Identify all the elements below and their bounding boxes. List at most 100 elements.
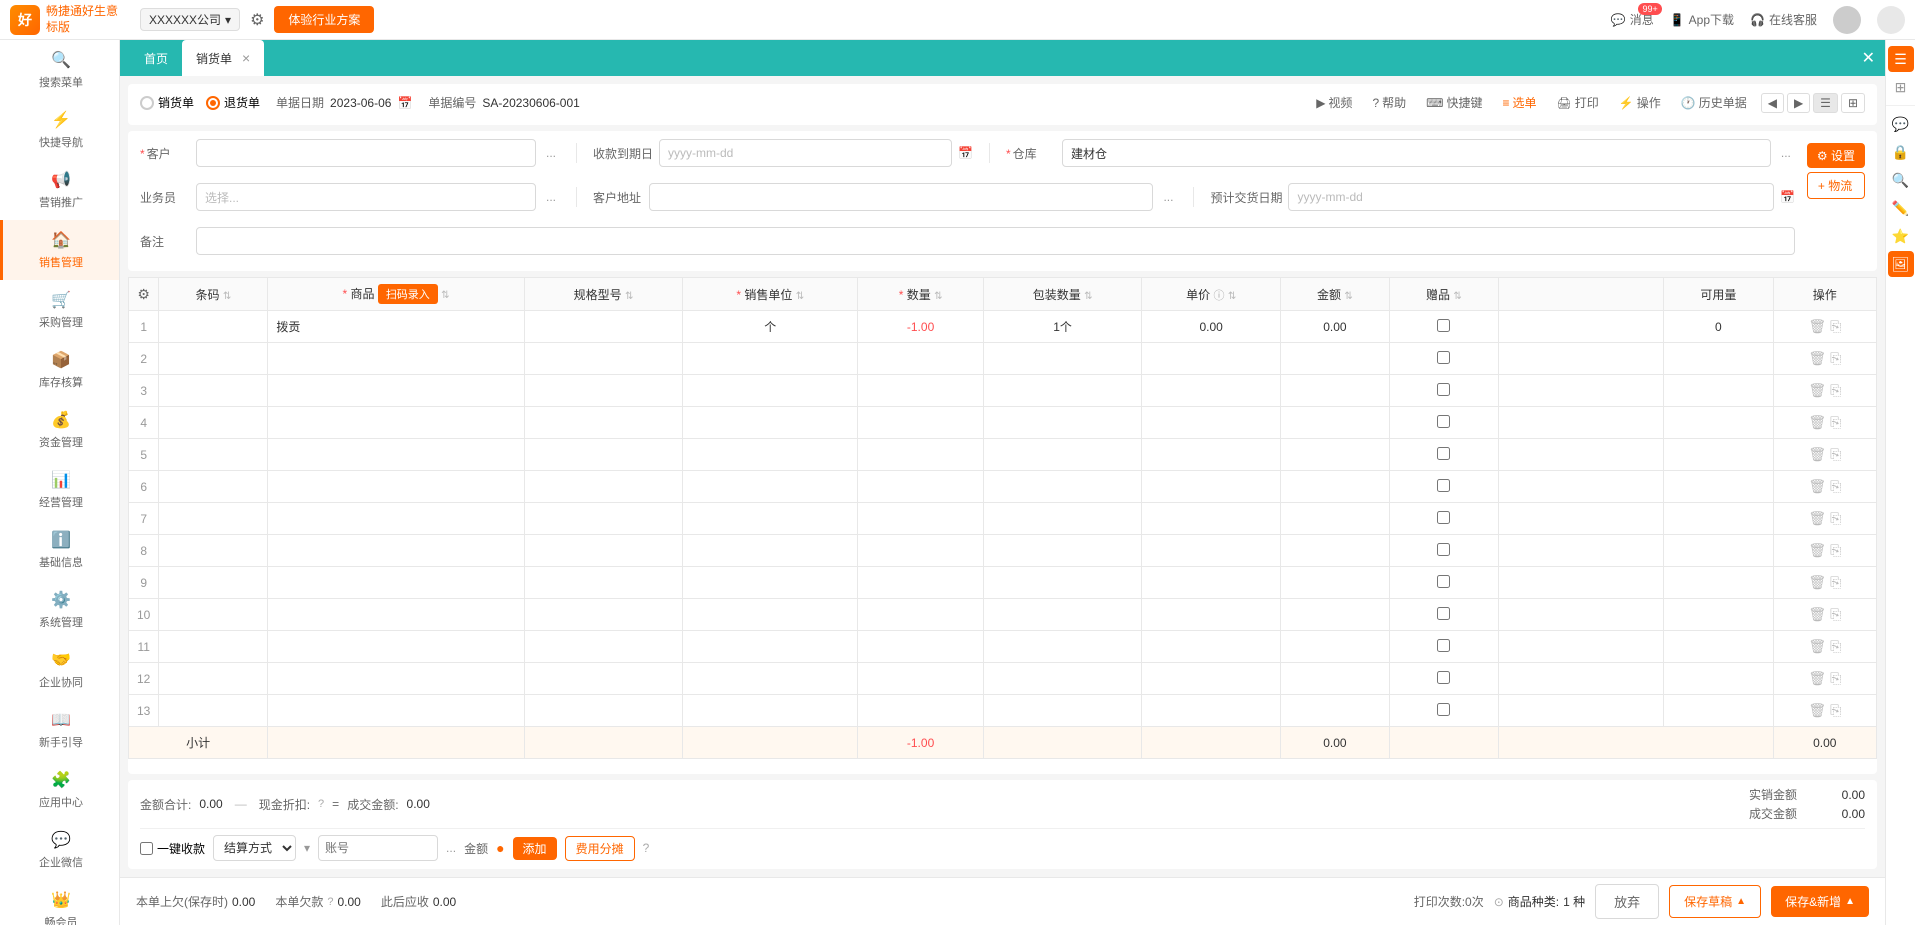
unit-price-info-icon[interactable]: ⓘ <box>1213 290 1224 302</box>
cell-pkg-qty[interactable] <box>983 695 1142 727</box>
rs-icon-list[interactable]: ☰ <box>1888 46 1914 72</box>
sort-gift-icon[interactable]: ⇅ <box>1453 291 1461 302</box>
gift-checkbox[interactable] <box>1437 479 1450 492</box>
cell-amount[interactable] <box>1280 535 1389 567</box>
cell-qty[interactable] <box>858 375 984 407</box>
cell-spec[interactable] <box>524 695 683 727</box>
avatar[interactable] <box>1833 6 1861 34</box>
calendar-icon[interactable]: 📅 <box>397 96 412 110</box>
rs-icon-image[interactable]: 🖼 <box>1888 251 1914 277</box>
sidebar-item-purchase[interactable]: 🛒 采购管理 <box>0 280 119 340</box>
cell-barcode[interactable] <box>159 375 268 407</box>
column-settings-btn[interactable]: ⚙ <box>137 286 150 303</box>
cell-qty[interactable]: -1.00 <box>858 311 984 343</box>
cell-product[interactable] <box>268 695 524 727</box>
cell-qty[interactable] <box>858 599 984 631</box>
cell-product[interactable] <box>268 471 524 503</box>
cell-gift[interactable] <box>1389 471 1498 503</box>
radio-sales-order[interactable]: 销货单 <box>140 94 194 111</box>
cell-pkg-qty[interactable] <box>983 471 1142 503</box>
print-btn[interactable]: 🖨 打印 <box>1551 92 1605 113</box>
delete-icon[interactable]: 🗑 <box>1808 478 1826 495</box>
sidebar-item-finance[interactable]: 💰 资金管理 <box>0 400 119 460</box>
cell-unit-price[interactable] <box>1142 695 1281 727</box>
delete-icon[interactable]: 🗑 <box>1808 510 1826 527</box>
messages-icon-btn[interactable]: 💬 消息 99+ <box>1611 11 1654 28</box>
cell-barcode[interactable] <box>159 567 268 599</box>
cell-unit[interactable] <box>683 663 858 695</box>
address-more-icon[interactable]: ... <box>1159 190 1177 204</box>
salesperson-input[interactable]: 选择... <box>196 183 536 211</box>
next-btn[interactable]: ▶ <box>1787 93 1810 113</box>
gear-settings-icon[interactable]: ⚙ <box>250 10 264 30</box>
sidebar-item-wechat[interactable]: 💬 企业微信 <box>0 820 119 880</box>
company-selector[interactable]: XXXXXX公司 ▾ <box>140 8 240 31</box>
cell-barcode[interactable] <box>159 599 268 631</box>
copy-icon[interactable]: ⎘ <box>1830 638 1841 655</box>
cell-qty[interactable] <box>858 407 984 439</box>
cell-product[interactable] <box>268 631 524 663</box>
cell-pkg-qty[interactable] <box>983 631 1142 663</box>
gift-checkbox[interactable] <box>1437 383 1450 396</box>
cell-unit[interactable] <box>683 567 858 599</box>
cell-gift[interactable] <box>1389 695 1498 727</box>
scan-btn[interactable]: 扫码录入 <box>378 284 438 304</box>
expense-help-icon[interactable]: ? <box>643 841 650 855</box>
payment-cal-icon[interactable]: 📅 <box>958 146 973 160</box>
list-view-btn[interactable]: ☰ <box>1813 93 1838 113</box>
cell-barcode[interactable] <box>159 439 268 471</box>
tab-sales-order[interactable]: 销货单 × <box>182 40 264 76</box>
close-tab-icon[interactable]: × <box>242 50 250 66</box>
cell-unit[interactable] <box>683 535 858 567</box>
delete-icon[interactable]: 🗑 <box>1808 670 1826 687</box>
cell-barcode[interactable] <box>159 343 268 375</box>
one-click-payment-checkbox[interactable] <box>140 842 153 855</box>
cell-pkg-qty[interactable] <box>983 599 1142 631</box>
cell-unit-price[interactable] <box>1142 343 1281 375</box>
cell-pkg-qty[interactable] <box>983 343 1142 375</box>
cell-gift[interactable] <box>1389 535 1498 567</box>
cell-spec[interactable] <box>524 439 683 471</box>
select-btn[interactable]: ≡ 选单 <box>1496 92 1542 113</box>
delete-icon[interactable]: 🗑 <box>1808 638 1826 655</box>
cell-product[interactable] <box>268 375 524 407</box>
grid-view-btn[interactable]: ⊞ <box>1841 93 1865 113</box>
cell-unit[interactable]: 个 <box>683 311 858 343</box>
cell-product[interactable] <box>268 663 524 695</box>
cell-amount[interactable] <box>1280 343 1389 375</box>
video-btn[interactable]: ▶ 视频 <box>1310 92 1358 113</box>
close-window-icon[interactable]: ✕ <box>1862 48 1875 68</box>
cell-barcode[interactable] <box>159 407 268 439</box>
prev-btn[interactable]: ◀ <box>1761 93 1784 113</box>
gift-checkbox[interactable] <box>1437 607 1450 620</box>
cash-discount-info-icon[interactable]: ? <box>318 798 324 810</box>
cell-amount[interactable] <box>1280 375 1389 407</box>
delete-icon[interactable]: 🗑 <box>1808 318 1826 335</box>
delete-icon[interactable]: 🗑 <box>1808 382 1826 399</box>
gift-checkbox[interactable] <box>1437 639 1450 652</box>
sidebar-item-cooperation[interactable]: 🤝 企业协同 <box>0 640 119 700</box>
sort-spec-icon[interactable]: ⇅ <box>625 291 633 302</box>
goods-type[interactable]: ⊙ 商品种类: 1 种 <box>1494 893 1585 910</box>
copy-icon[interactable]: ⎘ <box>1830 542 1841 559</box>
sidebar-item-inventory[interactable]: 📦 库存核算 <box>0 340 119 400</box>
sidebar-item-guide[interactable]: 📖 新手引导 <box>0 700 119 760</box>
cell-pkg-qty[interactable] <box>983 375 1142 407</box>
trial-btn[interactable]: 体验行业方案 <box>274 6 374 33</box>
cell-unit[interactable] <box>683 343 858 375</box>
cell-unit-price[interactable] <box>1142 535 1281 567</box>
cell-barcode[interactable] <box>159 631 268 663</box>
cell-pkg-qty[interactable] <box>983 439 1142 471</box>
cell-gift[interactable] <box>1389 375 1498 407</box>
warehouse-more-icon[interactable]: ... <box>1777 146 1795 160</box>
cell-qty[interactable] <box>858 695 984 727</box>
cell-amount[interactable] <box>1280 567 1389 599</box>
delete-icon[interactable]: 🗑 <box>1808 414 1826 431</box>
cell-gift[interactable] <box>1389 343 1498 375</box>
copy-icon[interactable]: ⎘ <box>1830 350 1841 367</box>
cell-unit[interactable] <box>683 631 858 663</box>
cell-amount[interactable] <box>1280 695 1389 727</box>
rs-icon-chat[interactable]: 💬 <box>1888 111 1914 137</box>
cell-spec[interactable] <box>524 407 683 439</box>
cell-unit-price[interactable] <box>1142 407 1281 439</box>
